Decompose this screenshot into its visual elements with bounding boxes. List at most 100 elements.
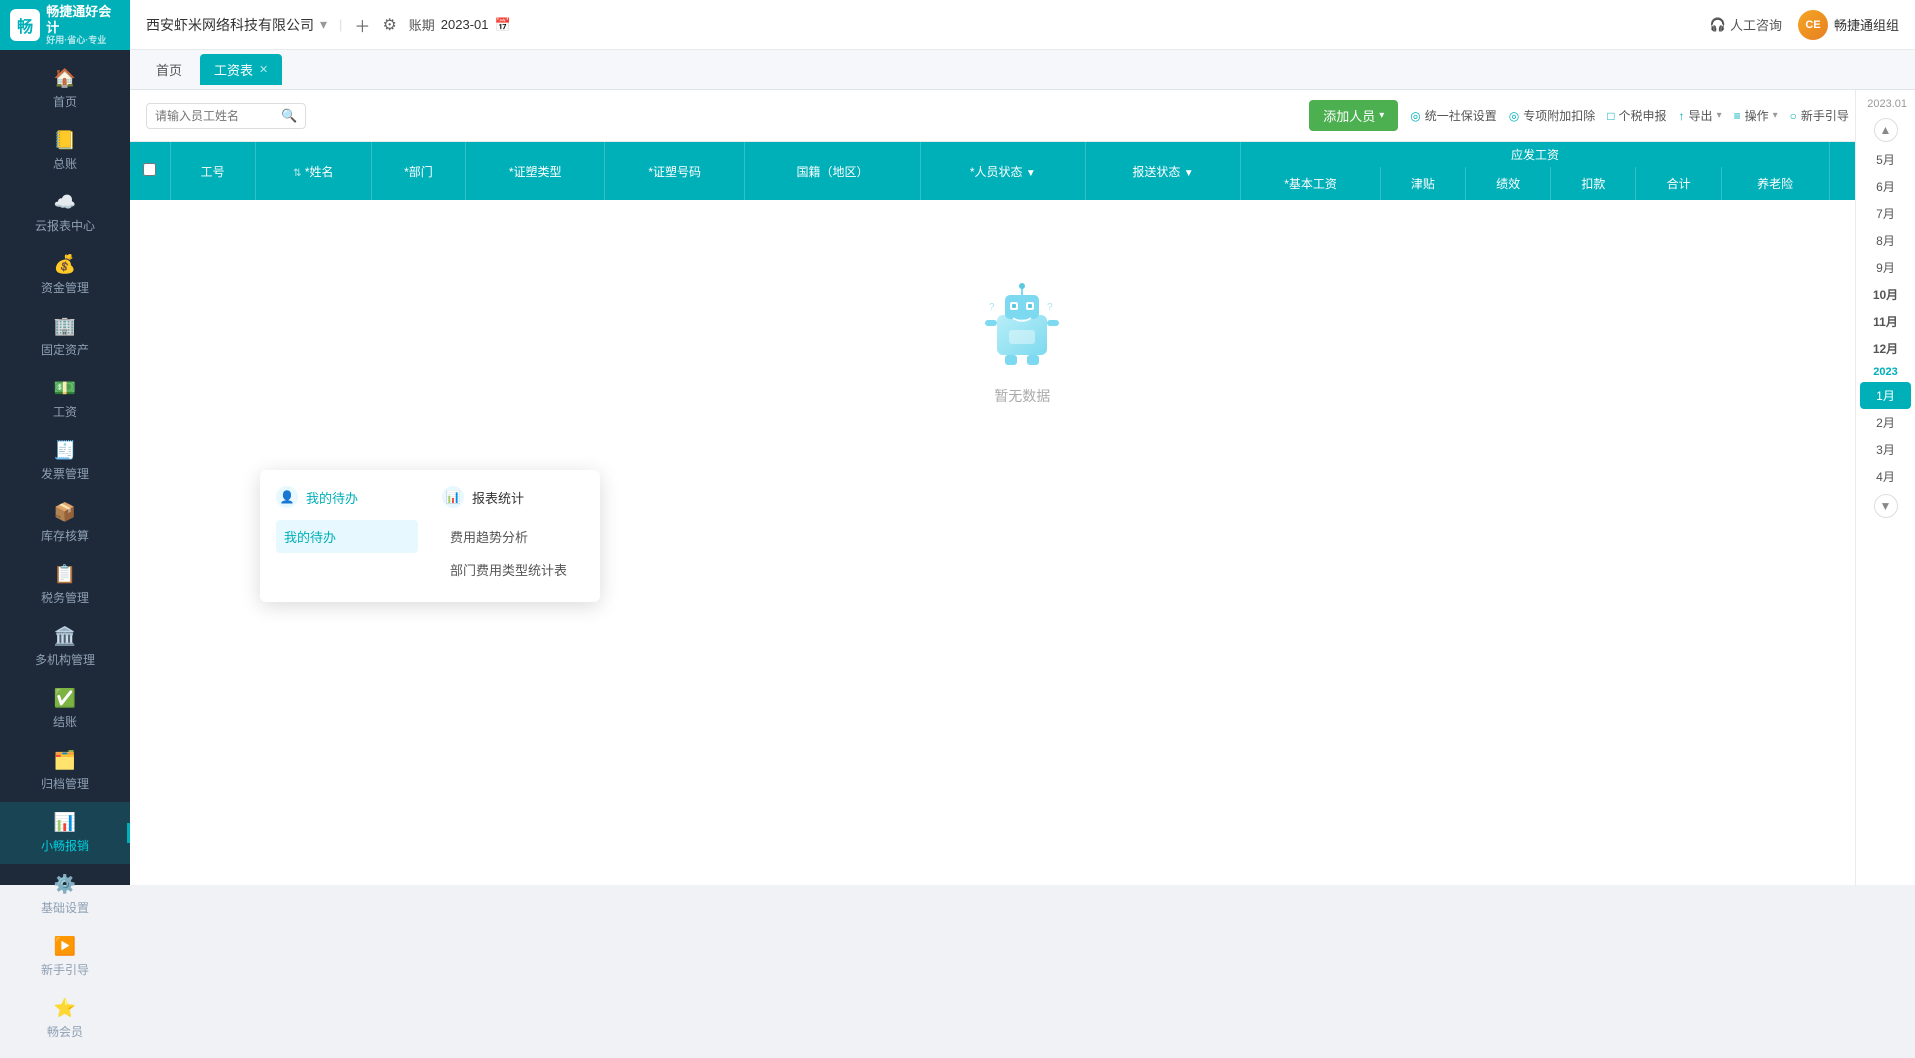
sidebar-item-salary[interactable]: 💵 工资: [0, 368, 130, 430]
timeline-feb[interactable]: 2月: [1856, 409, 1915, 436]
salary-icon: 💵: [54, 378, 76, 399]
logo-icon: 畅: [10, 9, 40, 41]
company-name[interactable]: 西安虾米网络科技有限公司 ▾: [146, 15, 327, 35]
sort-icon[interactable]: ⇅: [293, 168, 301, 179]
svg-text:?: ?: [1047, 302, 1053, 313]
guide-label: 新手引导: [1801, 107, 1849, 124]
timeline-jun[interactable]: 6月: [1856, 173, 1915, 200]
sidebar-item-inventory[interactable]: 📦 库存核算: [0, 492, 130, 554]
logo-main-text: 畅捷通好会计: [46, 4, 120, 35]
zhuanxiang-action[interactable]: ◎ 专项附加扣除: [1509, 107, 1596, 124]
sidebar-item-member[interactable]: ⭐ 畅会员: [0, 988, 130, 1050]
topbar-user[interactable]: CE 畅捷通组组: [1798, 10, 1899, 40]
sidebar-item-label: 畅会员: [47, 1023, 83, 1040]
sidebar-item-fund[interactable]: 💰 资金管理: [0, 244, 130, 306]
sidebar-item-tax[interactable]: 📋 税务管理: [0, 554, 130, 616]
sidebar-item-ledger[interactable]: 📒 总账: [0, 120, 130, 182]
th-report-status: 报送状态 ▼: [1085, 142, 1241, 200]
main-area: 西安虾米网络科技有限公司 ▾ | ＋ ⚙ 账期 2023-01 📅 🎧 人工咨询…: [130, 0, 1915, 885]
sidebar-item-settle[interactable]: ✅ 结账: [0, 678, 130, 740]
th-basic-wage: *基本工资: [1241, 167, 1380, 200]
timeline-nov[interactable]: 11月: [1856, 308, 1915, 335]
sidebar-item-multi[interactable]: 🏛️ 多机构管理: [0, 616, 130, 678]
timeline-jan[interactable]: 1月: [1860, 382, 1911, 409]
shebao-action[interactable]: ◎ 统一社保设置: [1410, 107, 1497, 124]
dropdown-report-header: 📊 报表统计: [442, 486, 584, 508]
chevron-down-icon: ▾: [1773, 110, 1778, 121]
select-all-checkbox[interactable]: [143, 163, 156, 176]
tax-icon: 📋: [54, 564, 76, 585]
sidebar-item-assets[interactable]: 🏢 固定资产: [0, 306, 130, 368]
th-dept: *部门: [371, 142, 465, 200]
xiaochang-icon: 📊: [54, 812, 76, 833]
th-checkbox[interactable]: [130, 142, 170, 200]
search-icon[interactable]: 🔍: [281, 108, 297, 124]
sidebar-item-xiaochang[interactable]: 📊 小畅报销: [0, 802, 130, 864]
salary-table: 工号 ⇅ *姓名 *部门 *证塑类型 *证塑号码: [130, 142, 1915, 486]
sidebar-item-label: 云报表中心: [35, 217, 95, 234]
th-bonus: 津贴: [1380, 167, 1465, 200]
chevron-down-icon: ▾: [1717, 110, 1722, 121]
sidebar-item-archive[interactable]: 🗂️ 归档管理: [0, 740, 130, 802]
timeline-aug[interactable]: 8月: [1856, 227, 1915, 254]
operate-action[interactable]: ≡ 操作 ▾: [1734, 107, 1778, 124]
dropdown-cols: 👤 我的待办 我的待办 📊 报表统计 费用趋势分析: [276, 486, 584, 586]
home-icon: 🏠: [54, 68, 76, 89]
invoice-icon: 🧾: [54, 440, 76, 461]
timeline-scroll-down[interactable]: ▼: [1874, 494, 1898, 518]
export-label: 导出: [1689, 107, 1713, 124]
sidebar-item-invoice[interactable]: 🧾 发票管理: [0, 430, 130, 492]
sidebar-item-cloud[interactable]: ☁️ 云报表中心: [0, 182, 130, 244]
settle-icon: ✅: [54, 688, 76, 709]
geshui-action[interactable]: □ 个税申报: [1607, 107, 1666, 124]
shebao-icon: ◎: [1410, 109, 1420, 123]
topbar-right: 🎧 人工咨询 CE 畅捷通组组: [1710, 10, 1899, 40]
timeline-may[interactable]: 5月: [1856, 146, 1915, 173]
todo-icon: 👤: [276, 486, 298, 508]
add-person-button[interactable]: 添加人员 ▾: [1309, 100, 1398, 131]
empty-text: 暂无数据: [994, 386, 1050, 406]
sidebar-item-settings[interactable]: ⚙️ 基础设置: [0, 864, 130, 926]
export-action[interactable]: ↑ 导出 ▾: [1679, 107, 1722, 124]
dropdown-menu: 👤 我的待办 我的待办 📊 报表统计 费用趋势分析: [260, 470, 600, 602]
toolbar-right: 添加人员 ▾ ◎ 统一社保设置 ◎ 专项附加扣除 □ 个税申报 ↑ 导出: [1309, 100, 1899, 131]
tab-close-icon[interactable]: ✕: [259, 63, 268, 76]
timeline-sep[interactable]: 9月: [1856, 254, 1915, 281]
dropdown-cost-trend-item[interactable]: 费用趋势分析: [442, 520, 584, 553]
tabbar: 首页 工资表 ✕: [130, 50, 1915, 90]
timeline-dec[interactable]: 12月: [1856, 335, 1915, 362]
shebao-label: 统一社保设置: [1425, 107, 1497, 124]
sidebar-item-label: 新手引导: [41, 961, 89, 978]
dropdown-todo-header: 👤 我的待办: [276, 486, 418, 508]
timeline-apr[interactable]: 4月: [1856, 463, 1915, 490]
sidebar-item-home[interactable]: 🏠 首页: [0, 58, 130, 120]
th-wage-group: 应发工资: [1241, 142, 1829, 167]
tab-salary-label: 工资表: [214, 60, 253, 79]
user-name: 畅捷通组组: [1834, 15, 1899, 34]
cloud-icon: ☁️: [54, 192, 76, 213]
operate-icon: ≡: [1734, 109, 1741, 123]
timeline-mar[interactable]: 3月: [1856, 436, 1915, 463]
tab-home[interactable]: 首页: [142, 54, 196, 85]
sidebar-item-guide[interactable]: ▶️ 新手引导: [0, 926, 130, 988]
timeline-oct[interactable]: 10月: [1856, 281, 1915, 308]
svg-text:?: ?: [989, 302, 995, 313]
dropdown-dept-cost-item[interactable]: 部门费用类型统计表: [442, 553, 584, 586]
timeline-jul[interactable]: 7月: [1856, 200, 1915, 227]
dropdown-todo-item[interactable]: 我的待办: [276, 520, 418, 553]
calendar-icon[interactable]: 📅: [495, 17, 511, 33]
topbar-settings-button[interactable]: ⚙: [382, 15, 396, 35]
search-input[interactable]: [155, 109, 275, 123]
sidebar-item-label: 总账: [53, 155, 77, 172]
export-icon: ↑: [1679, 109, 1685, 123]
empty-state: ? ? 暂无数据: [130, 200, 1915, 486]
multi-icon: 🏛️: [54, 626, 76, 647]
topbar-service-button[interactable]: 🎧 人工咨询: [1710, 15, 1782, 34]
guide-action[interactable]: ○ 新手引导: [1790, 107, 1849, 124]
tab-salary-table[interactable]: 工资表 ✕: [200, 54, 282, 85]
timeline-scroll-up[interactable]: ▲: [1874, 118, 1898, 142]
topbar-add-button[interactable]: ＋: [354, 13, 370, 37]
sidebar-item-label: 资金管理: [41, 279, 89, 296]
filter-icon[interactable]: ▼: [1184, 168, 1194, 179]
filter-icon[interactable]: ▼: [1026, 168, 1036, 179]
